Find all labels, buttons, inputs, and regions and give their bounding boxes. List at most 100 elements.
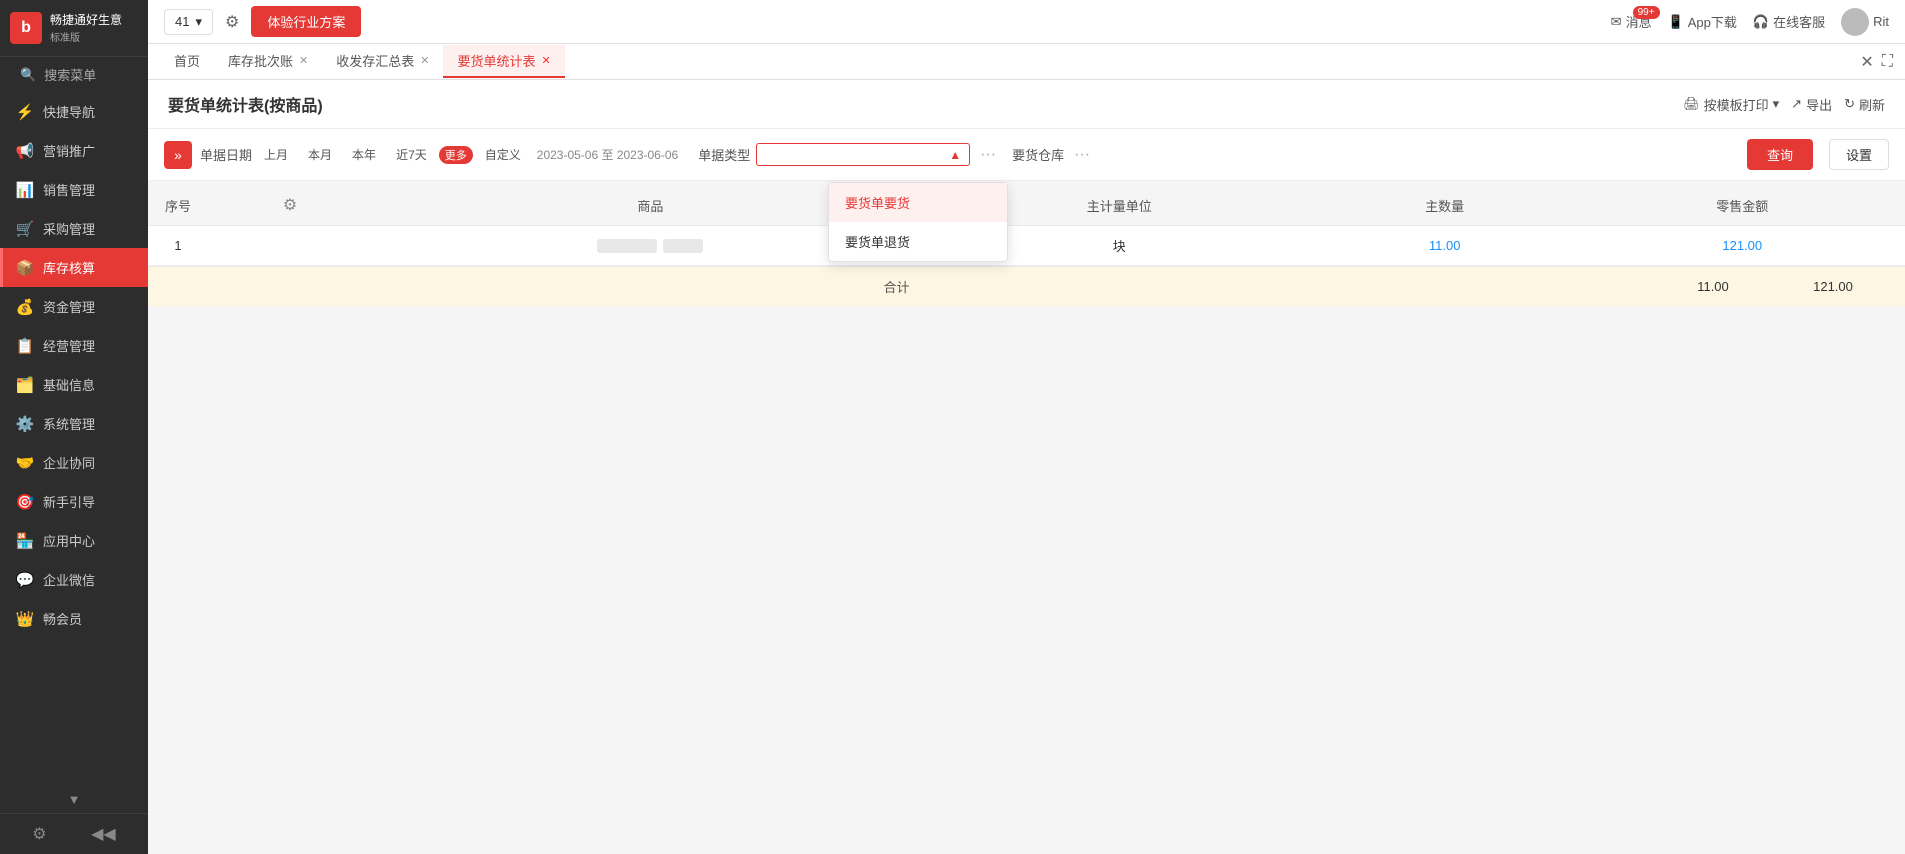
tabbar: 首页 库存批次账 ✕ 收发存汇总表 ✕ 要货单统计表 ✕ ✕ ⛶ — [148, 44, 1905, 80]
sidebar-item-finance[interactable]: 💰 资金管理 — [0, 287, 148, 326]
dropdown-item-purchase[interactable]: 要货单要货 — [829, 183, 1007, 222]
sidebar-item-label: 企业微信 — [43, 570, 95, 589]
sidebar-search[interactable]: 🔍 搜索菜单 — [0, 57, 148, 92]
online-service-btn[interactable]: 🎧 在线客服 — [1753, 12, 1825, 31]
trial-btn[interactable]: 体验行业方案 — [251, 6, 361, 37]
amount-link[interactable]: 121.00 — [1722, 238, 1762, 253]
app-download-btn[interactable]: 📱 App下载 — [1668, 12, 1737, 31]
sidebar-item-collab[interactable]: 🤝 企业协同 — [0, 443, 148, 482]
app-logo-icon: b — [10, 12, 42, 44]
tab-home[interactable]: 首页 — [160, 45, 214, 78]
company-selector[interactable]: 41 ▾ — [164, 9, 213, 35]
sidebar-item-label: 系统管理 — [43, 414, 95, 433]
sidebar-item-sales[interactable]: 📊 销售管理 — [0, 170, 148, 209]
tab-close-all-btn[interactable]: ✕ — [1860, 52, 1873, 72]
cell-amount: 121.00 — [1580, 226, 1905, 266]
settings-gear-icon[interactable]: ⚙ — [225, 12, 239, 32]
table-container: 序号 ⚙ 商品 主计量单位 主数量 零售金额 1 — [148, 185, 1905, 266]
table-footer: 合计 11.00 121.00 — [148, 266, 1905, 306]
sidebar-item-shortcut[interactable]: ⚡ 快捷导航 — [0, 92, 148, 131]
col-gear-header[interactable]: ⚙ — [208, 185, 372, 226]
message-btn[interactable]: ✉ 消息 99+ — [1611, 12, 1652, 31]
tab-close-icon[interactable]: ✕ — [420, 54, 429, 67]
sidebar-item-member[interactable]: 👑 畅会员 — [0, 599, 148, 638]
column-settings-icon[interactable]: ⚙ — [283, 197, 297, 214]
print-btn[interactable]: 🖨 按模板打印 ▾ — [1683, 95, 1779, 114]
sidebar-item-label: 经营管理 — [43, 336, 95, 355]
sidebar-item-label: 畅会员 — [43, 609, 82, 628]
chevron-up-icon[interactable]: ▲ — [949, 148, 961, 162]
sidebar-item-inventory[interactable]: 📦 库存核算 — [0, 248, 148, 287]
last-month-btn[interactable]: 上月 — [256, 142, 296, 167]
dropdown-item-return[interactable]: 要货单退货 — [829, 222, 1007, 261]
refresh-btn[interactable]: ↻ 刷新 — [1844, 95, 1885, 114]
table-body: 1 块 11.00 — [148, 226, 1905, 266]
warehouse-filter-group: 要货仓库 ··· — [1012, 145, 1090, 164]
last-7-days-btn[interactable]: 近7天 — [388, 142, 435, 167]
app-download-label: App下载 — [1688, 12, 1737, 31]
shortcut-icon: ⚡ — [15, 103, 35, 121]
type-filter-input[interactable]: ▲ — [756, 143, 970, 166]
custom-date-btn[interactable]: 自定义 — [477, 142, 529, 167]
avatar — [1841, 8, 1869, 36]
tab-close-icon[interactable]: ✕ — [299, 54, 308, 67]
sidebar-item-label: 企业协同 — [43, 453, 95, 472]
company-selector-value: 41 — [175, 14, 189, 29]
sidebar-item-label: 基础信息 — [43, 375, 95, 394]
more-dates-badge[interactable]: 更多 — [439, 146, 473, 164]
sidebar-nav: ⚡ 快捷导航 📢 营销推广 📊 销售管理 🛒 采购管理 📦 库存核算 💰 资金管… — [0, 92, 148, 786]
tab-inventory-batch[interactable]: 库存批次账 ✕ — [214, 45, 322, 78]
filter-expand-btn[interactable]: » — [164, 141, 192, 169]
page-header: 要货单统计表(按商品) 🖨 按模板打印 ▾ ↗ 导出 ↻ 刷新 — [148, 80, 1905, 129]
col-seq-header: 序号 — [148, 185, 208, 226]
sidebar-item-operations[interactable]: 📋 经营管理 — [0, 326, 148, 365]
table-area: 序号 ⚙ 商品 主计量单位 主数量 零售金额 1 — [148, 185, 1905, 306]
tabbar-actions: ✕ ⛶ — [1860, 52, 1893, 72]
user-profile[interactable]: Rit — [1841, 8, 1889, 36]
warehouse-more-dots[interactable]: ··· — [1074, 146, 1090, 164]
this-year-btn[interactable]: 本年 — [344, 142, 384, 167]
sidebar-scroll-down[interactable]: ▼ — [0, 786, 148, 813]
sidebar-item-marketing[interactable]: 📢 营销推广 — [0, 131, 148, 170]
filter-more-dots[interactable]: ··· — [980, 146, 996, 164]
col-amount-header: 零售金额 — [1580, 185, 1905, 226]
type-filter-text-input[interactable] — [765, 147, 941, 162]
sidebar-item-label: 新手引导 — [43, 492, 95, 511]
message-badge: 99+ — [1633, 6, 1660, 19]
collapse-icon[interactable]: ◀◀ — [91, 824, 116, 844]
settings-icon[interactable]: ⚙ — [32, 824, 46, 844]
sidebar-item-appstore[interactable]: 🏪 应用中心 — [0, 521, 148, 560]
sidebar-item-label: 应用中心 — [43, 531, 95, 550]
table-row: 1 块 11.00 — [148, 226, 1905, 266]
tab-inventory-batch-label: 库存批次账 — [228, 51, 293, 70]
expand-icon: » — [174, 147, 182, 163]
sidebar-item-purchase[interactable]: 🛒 采购管理 — [0, 209, 148, 248]
sidebar-item-guide[interactable]: 🎯 新手引导 — [0, 482, 148, 521]
this-month-btn[interactable]: 本月 — [300, 142, 340, 167]
table-header: 序号 ⚙ 商品 主计量单位 主数量 零售金额 — [148, 185, 1905, 226]
type-filter-label: 单据类型 — [698, 145, 750, 164]
page-content: 要货单统计表(按商品) 🖨 按模板打印 ▾ ↗ 导出 ↻ 刷新 — [148, 80, 1905, 854]
refresh-label: 刷新 — [1859, 95, 1885, 114]
filter-settings-btn[interactable]: 设置 — [1829, 139, 1889, 170]
tab-receive-summary[interactable]: 收发存汇总表 ✕ — [322, 45, 443, 78]
sidebar-item-label: 库存核算 — [43, 258, 95, 277]
table-header-row: 序号 ⚙ 商品 主计量单位 主数量 零售金额 — [148, 185, 1905, 226]
qty-link[interactable]: 11.00 — [1429, 238, 1461, 253]
tab-expand-btn[interactable]: ⛶ — [1882, 53, 1893, 71]
topbar: 41 ▾ ⚙ 体验行业方案 ✉ 消息 99+ 📱 App下载 🎧 在线客服 R — [148, 0, 1905, 44]
tab-close-icon[interactable]: ✕ — [542, 54, 551, 67]
topbar-right: ✉ 消息 99+ 📱 App下载 🎧 在线客服 Rit — [1611, 8, 1889, 36]
sidebar-item-label: 营销推广 — [43, 141, 95, 160]
wechat-icon: 💬 — [15, 571, 35, 589]
sidebar-item-wechat[interactable]: 💬 企业微信 — [0, 560, 148, 599]
sidebar-item-system[interactable]: ⚙️ 系统管理 — [0, 404, 148, 443]
print-label: 按模板打印 — [1704, 95, 1769, 114]
tab-order-stats[interactable]: 要货单统计表 ✕ — [443, 45, 564, 78]
sidebar-item-basic[interactable]: 🗂️ 基础信息 — [0, 365, 148, 404]
sidebar-item-label: 采购管理 — [43, 219, 95, 238]
export-btn[interactable]: ↗ 导出 — [1791, 95, 1832, 114]
tab-receive-summary-label: 收发存汇总表 — [336, 51, 414, 70]
query-btn[interactable]: 查询 — [1747, 139, 1813, 170]
topbar-left: 41 ▾ ⚙ 体验行业方案 — [164, 6, 361, 37]
